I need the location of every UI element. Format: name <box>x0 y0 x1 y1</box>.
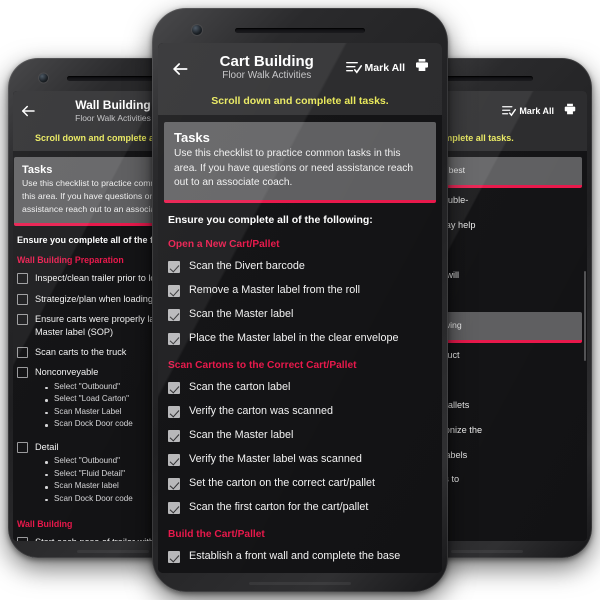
checkbox-unchecked-icon[interactable] <box>17 273 28 285</box>
mark-all-label: Mark All <box>519 106 554 117</box>
mark-all-button[interactable]: Mark All <box>345 61 405 74</box>
checkbox-unchecked-icon[interactable] <box>17 441 28 453</box>
checkbox-checked-icon[interactable] <box>168 261 180 274</box>
earpiece-speaker <box>67 75 159 81</box>
list-check-icon <box>345 62 362 74</box>
task-label: Scan the carton label <box>189 381 291 394</box>
back-arrow-icon[interactable] <box>19 102 37 120</box>
task-subitem: Select "Load Carton" <box>45 393 133 406</box>
task-row[interactable]: Verify the carton was scanned <box>164 399 436 423</box>
mark-all-label: Mark All <box>364 61 405 74</box>
task-label: Scan the first carton for the cart/palle… <box>189 501 369 514</box>
print-button[interactable] <box>563 102 577 121</box>
task-label: Detail <box>35 441 59 452</box>
checkbox-unchecked-icon[interactable] <box>17 537 28 541</box>
task-row[interactable]: Scan the first carton for the cart/palle… <box>164 495 436 519</box>
earpiece-speaker <box>441 75 533 81</box>
checkbox-checked-icon[interactable] <box>168 309 180 322</box>
scroll-banner-center: Scroll down and complete all tasks. <box>158 91 442 115</box>
task-group-heading: Scan Cartons to the Correct Cart/Pallet <box>168 360 357 372</box>
task-subitem: Select "Fluid Detail" <box>45 468 133 481</box>
task-label: Scan the Master label <box>189 429 294 442</box>
front-camera-icon <box>39 73 48 83</box>
banner-text: Scroll down and complete all tasks. <box>211 94 389 107</box>
task-list-body-center[interactable]: Tasks Use this checklist to practice com… <box>158 114 442 573</box>
scrollbar[interactable] <box>584 271 586 361</box>
back-arrow-icon[interactable] <box>170 59 188 77</box>
task-label: Scan the Divert barcode <box>189 260 305 273</box>
task-row[interactable]: Scan the Master label <box>164 302 436 326</box>
home-indicator <box>77 549 149 553</box>
home-indicator <box>451 549 523 553</box>
checkbox-checked-icon[interactable] <box>168 454 180 467</box>
task-label: Establish a front wall and complete the … <box>189 550 401 563</box>
checkbox-checked-icon[interactable] <box>168 406 180 419</box>
card-title: Tasks <box>174 129 210 145</box>
tasks-info-card: Tasks Use this checklist to practice com… <box>164 121 436 204</box>
header-title-block-center: Cart Building Floor Walk Activities <box>196 53 338 83</box>
task-subitem: Scan Master label <box>45 480 133 493</box>
screenshot-stage: Wall Building Floor Walk Activities Scro… <box>0 0 600 600</box>
task-label: Scan the Master label <box>189 308 294 321</box>
front-camera-icon <box>192 25 202 35</box>
task-label: Nonconveyable <box>35 367 99 378</box>
page-title: Cart Building <box>219 53 314 70</box>
checkbox-checked-icon[interactable] <box>168 430 180 443</box>
header-actions-right: Mark All <box>502 102 577 121</box>
task-label: Place the Master label in the clear enve… <box>189 332 399 345</box>
task-row[interactable]: Set the carton on the correct cart/palle… <box>164 471 436 495</box>
checkbox-checked-icon[interactable] <box>168 551 180 564</box>
phone-top-chrome-center <box>158 17 442 43</box>
mark-all-button[interactable]: Mark All <box>502 105 554 117</box>
home-indicator <box>248 581 352 585</box>
printer-icon <box>416 59 428 72</box>
list-check-icon <box>502 106 517 117</box>
task-label: Strategize/plan when loading <box>35 293 153 304</box>
task-subitem: Select "Outbound" <box>45 381 133 394</box>
task-sublist: Select "Outbound" Select "Fluid Detail" Sc… <box>35 455 133 505</box>
checkbox-checked-icon[interactable] <box>168 382 180 395</box>
page-subtitle: Floor Walk Activities <box>222 70 312 82</box>
phone-bottom-chrome-center <box>158 573 442 592</box>
checkbox-unchecked-icon[interactable] <box>17 346 28 358</box>
task-row[interactable]: Establish a front wall and complete the … <box>164 544 436 568</box>
task-label: Scan carts to the truck <box>35 346 127 357</box>
card-description: Use this checklist to practice common ta… <box>174 147 413 189</box>
header-actions-center: Mark All <box>345 57 430 78</box>
task-group-heading: Open a New Cart/Pallet <box>168 239 280 251</box>
checkbox-unchecked-icon[interactable] <box>17 367 28 379</box>
task-label: Verify the carton was scanned <box>189 405 334 418</box>
app-header-center: Cart Building Floor Walk Activities Mark… <box>158 43 442 92</box>
task-row[interactable]: Scan the Divert barcode <box>164 254 436 278</box>
task-label: Set the carton on the correct cart/palle… <box>189 477 376 490</box>
task-sublist: Select "Outbound" Select "Load Carton" Sca… <box>35 381 133 431</box>
task-row[interactable]: Verify the Master label was scanned <box>164 447 436 471</box>
task-subitem: Scan Dock Door code <box>45 418 133 431</box>
task-row[interactable]: Scan the Master label <box>164 423 436 447</box>
section-intro: Ensure you complete all of the following… <box>168 214 373 227</box>
task-row[interactable]: Place the Master label in the clear enve… <box>164 326 436 350</box>
phone-screen-center: Cart Building Floor Walk Activities Mark… <box>158 43 442 573</box>
task-row[interactable]: Add tiers as product arrives <box>164 568 436 573</box>
task-row[interactable]: Remove a Master label from the roll <box>164 278 436 302</box>
printer-icon <box>564 103 576 114</box>
checkbox-unchecked-icon[interactable] <box>17 314 28 326</box>
task-row[interactable]: Scan the carton label <box>164 375 436 399</box>
earpiece-speaker <box>234 27 366 33</box>
print-button[interactable] <box>414 57 430 78</box>
task-label: Remove a Master label from the roll <box>189 284 361 297</box>
checkbox-checked-icon[interactable] <box>168 285 180 298</box>
checkbox-unchecked-icon[interactable] <box>17 293 28 305</box>
groups-container-center: Open a New Cart/Pallet Scan the Divert ba… <box>164 229 436 573</box>
checkbox-checked-icon[interactable] <box>168 502 180 515</box>
task-subitem: Scan Dock Door code <box>45 493 133 506</box>
task-subitem: Select "Outbound" <box>45 455 133 468</box>
task-subitem: Scan Master Label <box>45 406 133 419</box>
checkbox-checked-icon[interactable] <box>168 333 180 346</box>
task-group-heading: Build the Cart/Pallet <box>168 529 265 541</box>
task-label: Verify the Master label was scanned <box>189 453 362 466</box>
checkbox-checked-icon[interactable] <box>168 478 180 491</box>
phone-device-center: Cart Building Floor Walk Activities Mark… <box>152 8 448 592</box>
